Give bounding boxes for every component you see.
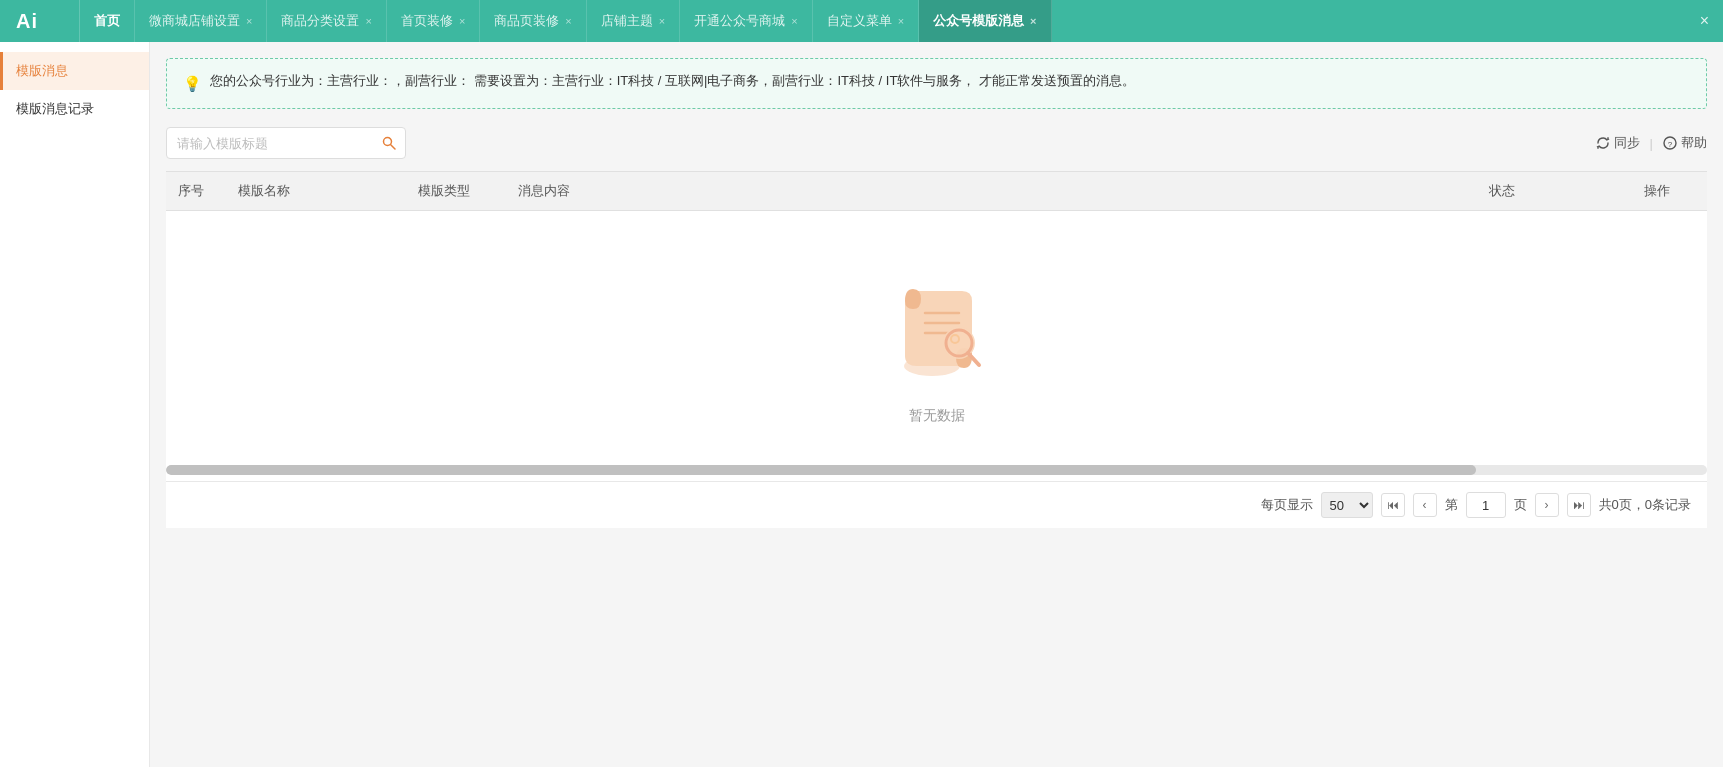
svg-text:?: ?: [1668, 140, 1673, 149]
table-header-name: 模版名称: [226, 172, 406, 211]
nav-tab-label: 首页装修: [401, 12, 453, 30]
nav-tab-template-msg[interactable]: 公众号模版消息 ×: [919, 0, 1051, 42]
nav-tab-open-mall[interactable]: 开通公众号商城 ×: [680, 0, 812, 42]
scrollbar-thumb: [166, 465, 1476, 475]
nav-tab-micro-shop[interactable]: 微商城店铺设置 ×: [135, 0, 267, 42]
table-header-type: 模版类型: [406, 172, 506, 211]
next-page-button[interactable]: ›: [1535, 493, 1559, 517]
nav-tab-home[interactable]: 首页: [80, 0, 135, 42]
table-wrapper: 序号模版名称模版类型消息内容状态操作: [166, 171, 1707, 528]
tab-close-icon[interactable]: ×: [459, 15, 465, 27]
nav-tab-label: 商品分类设置: [281, 12, 359, 30]
sidebar: 模版消息模版消息记录: [0, 42, 150, 767]
search-button[interactable]: [372, 127, 406, 159]
nav-tab-label: 微商城店铺设置: [149, 12, 240, 30]
table-header-action: 操作: [1607, 172, 1707, 211]
nav-tab-shop-theme[interactable]: 店铺主题 ×: [587, 0, 680, 42]
last-page-button[interactable]: ⏭: [1567, 493, 1591, 517]
notice-box: 💡 您的公众号行业为：主营行业：，副营行业： 需要设置为：主营行业：IT科技 /…: [166, 58, 1707, 109]
table-header-content: 消息内容: [506, 172, 1477, 211]
sidebar-item-template-record[interactable]: 模版消息记录: [0, 90, 149, 128]
search-icon: [382, 136, 396, 150]
help-button[interactable]: ? 帮助: [1663, 134, 1707, 152]
tab-close-icon[interactable]: ×: [898, 15, 904, 27]
table-header-seq: 序号: [166, 172, 226, 211]
per-page-select[interactable]: 102050100: [1321, 492, 1373, 518]
help-label: 帮助: [1681, 134, 1707, 152]
search-input[interactable]: [166, 127, 406, 159]
toolbar-right: 同步 | ? 帮助: [1596, 134, 1707, 152]
logo: Ai: [0, 0, 80, 42]
search-bar: 同步 | ? 帮助: [166, 127, 1707, 159]
help-icon: ?: [1663, 136, 1677, 150]
top-nav: Ai 首页微商城店铺设置×商品分类设置×首页装修×商品页装修×店铺主题×开通公众…: [0, 0, 1723, 42]
notice-text: 您的公众号行业为：主营行业：，副营行业： 需要设置为：主营行业：IT科技 / 互…: [210, 71, 1135, 92]
nav-tab-label: 公众号模版消息: [933, 12, 1024, 30]
page-label-before: 第: [1445, 496, 1458, 514]
content-area: 💡 您的公众号行业为：主营行业：，副营行业： 需要设置为：主营行业：IT科技 /…: [150, 42, 1723, 767]
notice-icon: 💡: [183, 72, 202, 96]
nav-tab-label: 首页: [94, 12, 120, 30]
search-input-wrap: [166, 127, 406, 159]
nav-tab-product-decor[interactable]: 商品页装修 ×: [480, 0, 586, 42]
tab-close-icon[interactable]: ×: [365, 15, 371, 27]
prev-page-button[interactable]: ‹: [1413, 493, 1437, 517]
nav-tab-label: 商品页装修: [494, 12, 559, 30]
nav-tab-label: 店铺主题: [601, 12, 653, 30]
page-input[interactable]: [1466, 492, 1506, 518]
nav-tab-label: 自定义菜单: [827, 12, 892, 30]
tab-close-icon[interactable]: ×: [246, 15, 252, 27]
nav-tab-home-decor[interactable]: 首页装修 ×: [387, 0, 480, 42]
scrollbar[interactable]: [166, 465, 1707, 475]
pagination-bar: 每页显示 102050100 ⏮ ‹ 第 页 › ⏭ 共0页，0条记录: [166, 481, 1707, 528]
empty-text: 暂无数据: [909, 407, 965, 425]
tab-close-icon[interactable]: ×: [1030, 15, 1036, 27]
sidebar-item-template-message[interactable]: 模版消息: [0, 52, 149, 90]
sync-label: 同步: [1614, 134, 1640, 152]
tab-close-icon[interactable]: ×: [659, 15, 665, 27]
empty-state: 暂无数据: [166, 211, 1707, 465]
total-label: 共0页，0条记录: [1599, 496, 1691, 514]
nav-tab-label: 开通公众号商城: [694, 12, 785, 30]
nav-tab-custom-menu[interactable]: 自定义菜单 ×: [813, 0, 919, 42]
divider: |: [1650, 136, 1653, 151]
data-table: 序号模版名称模版类型消息内容状态操作: [166, 171, 1707, 211]
per-page-label: 每页显示: [1261, 496, 1313, 514]
first-page-button[interactable]: ⏮: [1381, 493, 1405, 517]
sync-icon: [1596, 136, 1610, 150]
main-layout: 模版消息模版消息记录 💡 您的公众号行业为：主营行业：，副营行业： 需要设置为：…: [0, 42, 1723, 767]
tab-close-icon[interactable]: ×: [791, 15, 797, 27]
notice-highlight: 需要设置为：主营行业：IT科技 / 互联网|电子商务，副营行业：IT科技 / I…: [474, 73, 976, 88]
sync-button[interactable]: 同步: [1596, 134, 1640, 152]
tab-close-icon[interactable]: ×: [565, 15, 571, 27]
table-header-status: 状态: [1477, 172, 1607, 211]
nav-tab-category[interactable]: 商品分类设置 ×: [267, 0, 386, 42]
page-label-after: 页: [1514, 496, 1527, 514]
empty-icon: [877, 271, 997, 391]
close-all-button[interactable]: ×: [1686, 0, 1723, 42]
svg-line-1: [391, 145, 396, 150]
